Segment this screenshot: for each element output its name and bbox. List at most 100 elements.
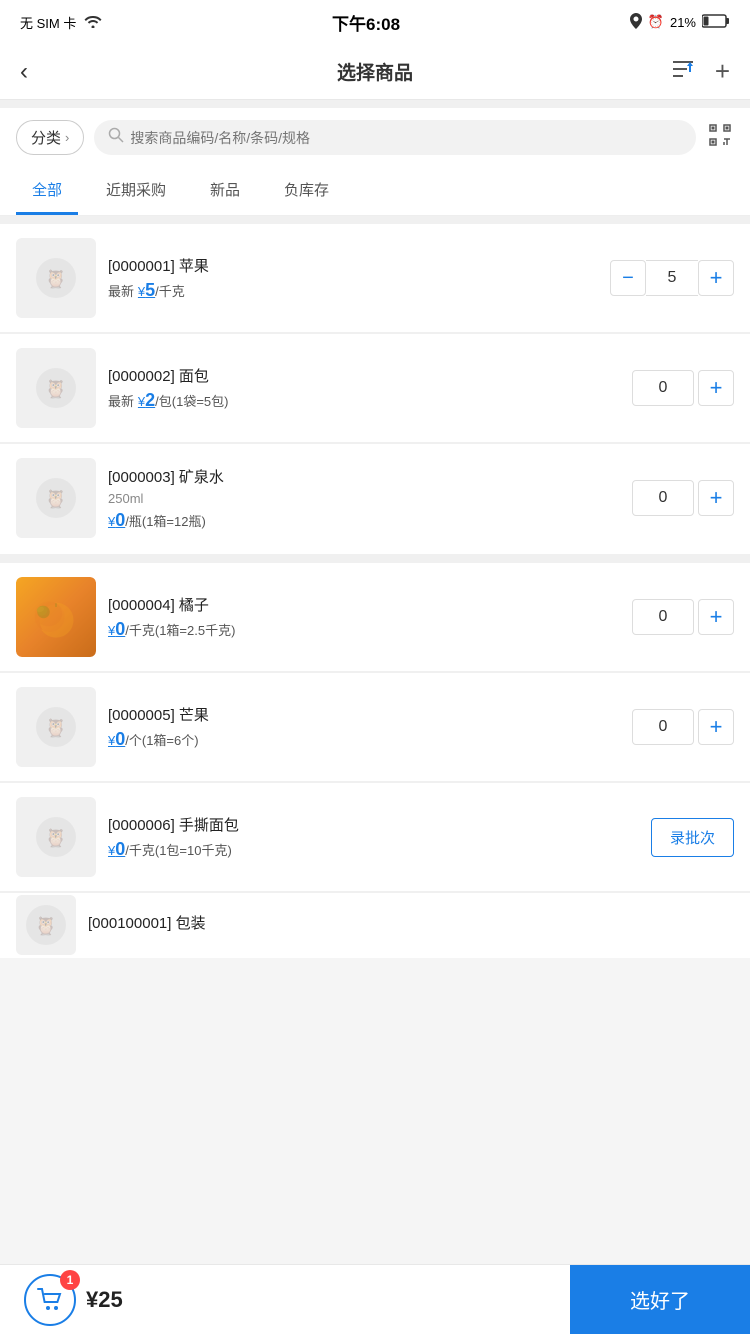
list-item: 🦉 [0000001] 苹果 最新 ¥5/千克 − + [0,224,750,332]
placeholder-icon: 🦉 [21,900,71,950]
qty-plus-3[interactable]: + [698,480,734,516]
product-info-1: [0000001] 苹果 最新 ¥5/千克 [108,255,598,301]
scan-icon[interactable] [706,121,734,155]
cart-total: ¥25 [86,1287,123,1313]
battery-label: 21% [670,15,696,30]
tab-recent[interactable]: 近期采购 [90,167,182,215]
product-name-4: [0000004] 橘子 [108,594,620,615]
nav-bar: ‹ 选择商品 + [0,44,750,100]
cart-icon [37,1288,63,1312]
product-image-4 [16,577,96,657]
product-image-6: 🦉 [16,797,96,877]
product-info-5: [0000005] 芒果 ¥0/个(1箱=6个) [108,704,620,750]
qty-input-2[interactable] [632,370,694,406]
qty-plus-4[interactable]: + [698,599,734,635]
product-image-1: 🦉 [16,238,96,318]
qty-plus-5[interactable]: + [698,709,734,745]
cart-area: 1 ¥25 [0,1274,570,1326]
filter-icon[interactable] [671,58,695,86]
add-button[interactable]: + [715,56,730,87]
batch-button-6[interactable]: 录批次 [651,818,734,857]
header-divider [0,100,750,108]
product-name-3: [0000003] 矿泉水 [108,466,620,487]
cart-badge: 1 [60,1270,80,1290]
confirm-button[interactable]: 选好了 [570,1265,750,1334]
product-spec-3: 250ml [108,491,620,506]
search-box [94,120,696,155]
qty-input-1[interactable] [646,260,698,296]
list-item: 🦉 [0000005] 芒果 ¥0/个(1箱=6个) + [0,673,750,781]
search-input[interactable] [130,130,682,146]
page-title: 选择商品 [337,58,413,85]
list-item: 🦉 [000100001] 包装 [0,893,750,958]
bottom-bar: 1 ¥25 选好了 [0,1264,750,1334]
status-time: 下午6:08 [332,10,400,35]
product-info-7: [000100001] 包装 [88,912,734,937]
product-price-3: ¥0/瓶(1箱=12瓶) [108,510,620,531]
product-name-7: [000100001] 包装 [88,912,734,933]
qty-input-3[interactable] [632,480,694,516]
product-name-6: [0000006] 手撕面包 [108,814,639,835]
status-left: 无 SIM 卡 [20,13,102,32]
qty-minus-1[interactable]: − [610,260,646,296]
status-right: ⏰ 21% [630,13,730,32]
wifi-icon [84,14,102,31]
product-info-4: [0000004] 橘子 ¥0/千克(1箱=2.5千克) [108,594,620,640]
product-name-5: [0000005] 芒果 [108,704,620,725]
category-button[interactable]: 分类 › [16,120,84,155]
product-image-7: 🦉 [16,895,76,955]
tabs-bar: 全部 近期采购 新品 负库存 [0,167,750,216]
price-latest-label: 最新 [108,284,134,299]
product-image-3: 🦉 [16,458,96,538]
nav-actions: + [671,56,730,87]
qty-control-4: + [632,599,734,635]
qty-control-2: + [632,370,734,406]
back-button[interactable]: ‹ [20,54,36,90]
svg-text:🦉: 🦉 [45,718,67,738]
tab-new[interactable]: 新品 [194,167,256,215]
tab-all[interactable]: 全部 [16,167,78,215]
svg-text:🦉: 🦉 [45,269,67,289]
product-info-6: [0000006] 手撕面包 ¥0/千克(1包=10千克) [108,814,639,860]
tab-negative[interactable]: 负库存 [268,167,345,215]
orange-image [16,577,96,657]
cart-icon-wrap: 1 [24,1274,76,1326]
product-price-2: 最新 ¥2/包(1袋=5包) [108,390,620,411]
product-info-3: [0000003] 矿泉水 250ml ¥0/瓶(1箱=12瓶) [108,466,620,531]
product-price-4: ¥0/千克(1箱=2.5千克) [108,619,620,640]
product-name-2: [0000002] 面包 [108,365,620,386]
qty-plus-2[interactable]: + [698,370,734,406]
section-divider [0,555,750,563]
list-item: 🦉 [0000003] 矿泉水 250ml ¥0/瓶(1箱=12瓶) + [0,444,750,554]
product-image-5: 🦉 [16,687,96,767]
qty-input-4[interactable] [632,599,694,635]
carrier-label: 无 SIM 卡 [20,13,76,32]
qty-input-5[interactable] [632,709,694,745]
svg-text:🦉: 🦉 [45,489,67,509]
placeholder-icon: 🦉 [31,473,81,523]
placeholder-icon: 🦉 [31,702,81,752]
product-price-1: 最新 ¥5/千克 [108,280,598,301]
status-bar: 无 SIM 卡 下午6:08 ⏰ 21% [0,0,750,44]
battery-icon [702,14,730,31]
category-chevron-icon: › [65,130,69,145]
tabs-divider [0,216,750,224]
category-label: 分类 [31,127,61,148]
location-icon [630,13,642,32]
placeholder-icon: 🦉 [31,812,81,862]
placeholder-icon: 🦉 [31,363,81,413]
svg-text:🦉: 🦉 [45,828,67,848]
search-icon [108,127,124,148]
list-item: 🦉 [0000006] 手撕面包 ¥0/千克(1包=10千克) 录批次 [0,783,750,891]
product-list: 🦉 [0000001] 苹果 最新 ¥5/千克 − + 🦉 [0000002] … [0,224,750,958]
product-name-1: [0000001] 苹果 [108,255,598,276]
product-info-2: [0000002] 面包 最新 ¥2/包(1袋=5包) [108,365,620,411]
placeholder-icon: 🦉 [31,253,81,303]
bottom-spacer [0,959,750,1029]
qty-plus-1[interactable]: + [698,260,734,296]
qty-control-5: + [632,709,734,745]
list-item: [0000004] 橘子 ¥0/千克(1箱=2.5千克) + [0,563,750,671]
alarm-icon: ⏰ [648,14,664,30]
list-item: 🦉 [0000002] 面包 最新 ¥2/包(1袋=5包) + [0,334,750,442]
product-image-2: 🦉 [16,348,96,428]
